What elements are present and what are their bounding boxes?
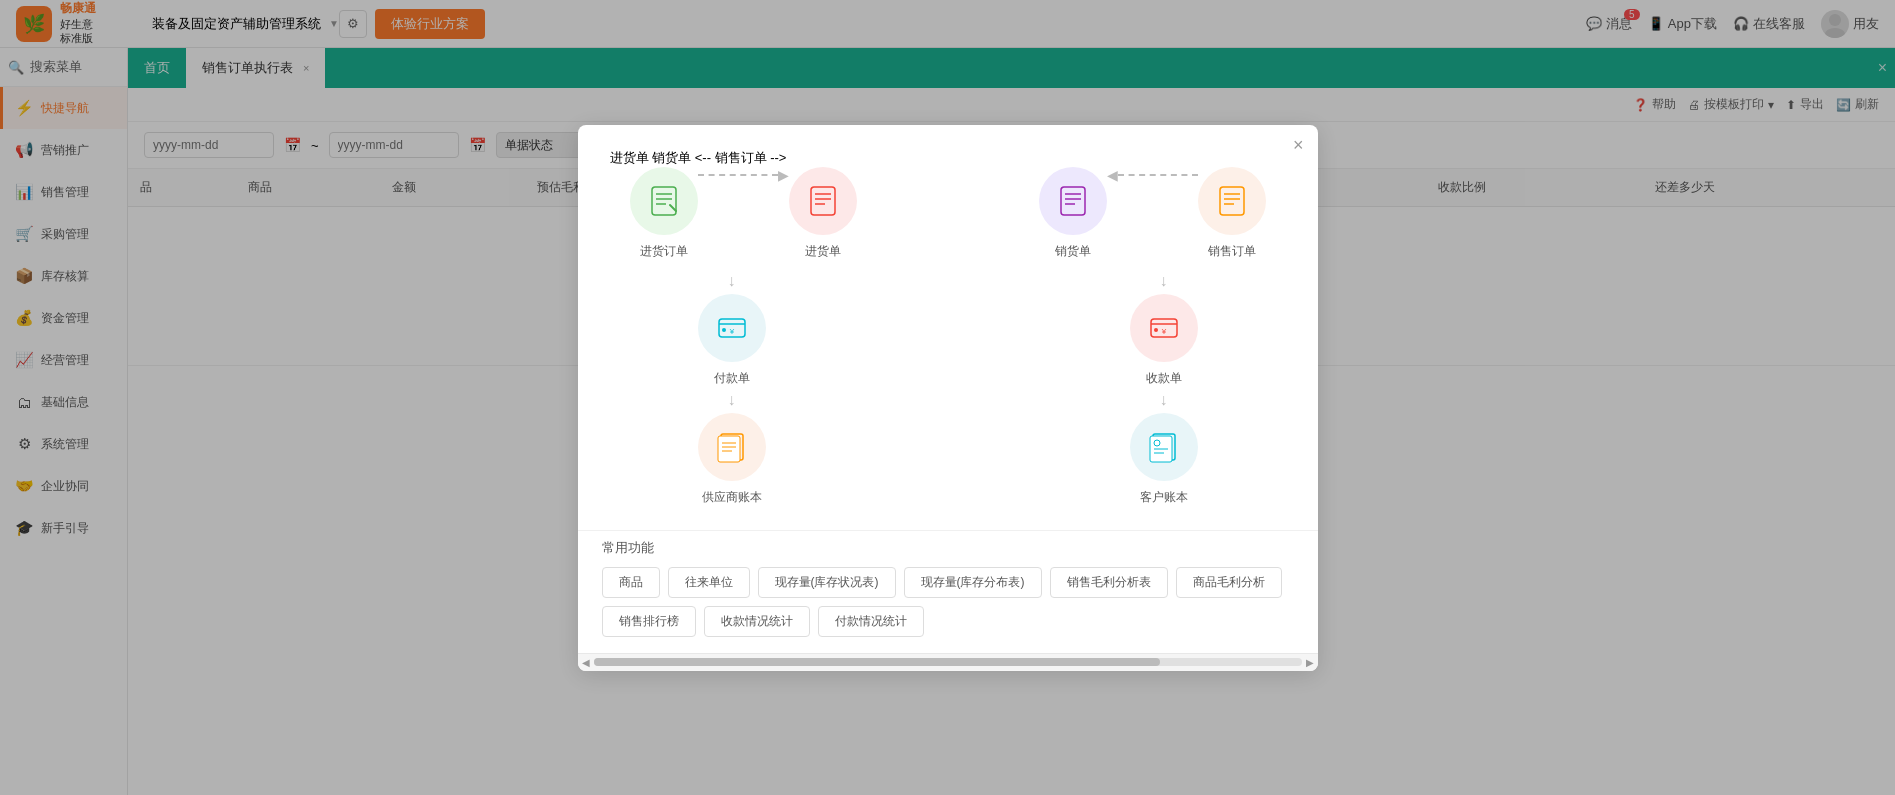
svg-point-20 — [722, 328, 726, 332]
xiaohuo-label: 销货单 — [1055, 243, 1091, 260]
common-functions-title: 常用功能 — [602, 539, 1294, 557]
svg-rect-14 — [1220, 187, 1244, 215]
svg-rect-2 — [652, 187, 676, 215]
fukuan-label: 付款单 — [714, 370, 750, 387]
flow-item-xiaohuo[interactable]: 销货单 — [1039, 167, 1107, 260]
flow-item-jinhuoorder[interactable]: 进货订单 — [630, 167, 698, 260]
gongying-icon — [698, 413, 766, 481]
flow-item-fukuan[interactable]: ¥ 付款单 — [698, 294, 766, 387]
svg-rect-27 — [718, 436, 740, 462]
common-btn-往来单位[interactable]: 往来单位 — [668, 567, 750, 598]
common-functions-section: 常用功能 商品往来单位现存量(库存状况表) 现存量(库存分布表) 销售毛利分析表商品… — [578, 530, 1318, 653]
jinhuoorder-icon — [630, 167, 698, 235]
kehu-label: 客户账本 — [1140, 489, 1188, 506]
jinhuo-icon — [789, 167, 857, 235]
jinhuo-label: 进货单 — [805, 243, 841, 260]
common-btn-现存量(库存状况表)[interactable]: 现存量(库存状况表) — [758, 567, 896, 598]
xiaoshouorder-label: 销售订单 — [1208, 243, 1256, 260]
modal: × 进货单 销货单 <-- 销售订单 --> 进货订单 ▶ — [578, 125, 1318, 671]
common-btn-现存量(库存分布表)[interactable]: 现存量(库存分布表) — [904, 567, 1042, 598]
svg-rect-6 — [811, 187, 835, 215]
fukuan-icon: ¥ — [698, 294, 766, 362]
svg-point-24 — [1154, 328, 1158, 332]
common-btn-付款情况统计[interactable]: 付款情况统计 — [818, 606, 924, 637]
shoukuan-label: 收款单 — [1146, 370, 1182, 387]
gongying-label: 供应商账本 — [702, 489, 762, 506]
common-btn-收款情况统计[interactable]: 收款情况统计 — [704, 606, 810, 637]
modal-overlay[interactable]: × 进货单 销货单 <-- 销售订单 --> 进货订单 ▶ — [0, 0, 1895, 795]
modal-close-button[interactable]: × — [1293, 135, 1304, 156]
scroll-bar[interactable]: ◀ ▶ — [578, 653, 1318, 671]
flow-item-shoukuan[interactable]: ¥ 收款单 — [1130, 294, 1198, 387]
kehu-icon — [1130, 413, 1198, 481]
scroll-thumb — [594, 658, 1160, 666]
xiaohuo-icon — [1039, 167, 1107, 235]
scroll-right-icon[interactable]: ▶ — [1306, 657, 1314, 668]
shoukuan-icon: ¥ — [1130, 294, 1198, 362]
xiaoshouorder-icon — [1198, 167, 1266, 235]
flow-item-gongyingaccount[interactable]: 供应商账本 — [698, 413, 766, 506]
common-btn-销售排行榜[interactable]: 销售排行榜 — [602, 606, 696, 637]
svg-rect-10 — [1061, 187, 1085, 215]
scroll-track[interactable] — [594, 658, 1302, 666]
flow-item-jinhuo[interactable]: 进货单 — [789, 167, 857, 260]
common-buttons: 商品往来单位现存量(库存状况表) 现存量(库存分布表) 销售毛利分析表商品毛利分析销… — [602, 567, 1294, 637]
svg-text:¥: ¥ — [1160, 327, 1166, 336]
scroll-left-icon[interactable]: ◀ — [582, 657, 590, 668]
flow-item-xiaoshouorder[interactable]: 销售订单 — [1198, 167, 1266, 260]
flow-section: 进货单 销货单 <-- 销售订单 --> 进货订单 ▶ — [578, 125, 1318, 530]
svg-text:¥: ¥ — [728, 327, 734, 336]
common-btn-商品[interactable]: 商品 — [602, 567, 660, 598]
common-btn-销售毛利分析表[interactable]: 销售毛利分析表 — [1050, 567, 1168, 598]
jinhuoorder-label: 进货订单 — [640, 243, 688, 260]
flow-item-kehuaccount[interactable]: 客户账本 — [1130, 413, 1198, 506]
common-btn-商品毛利分析[interactable]: 商品毛利分析 — [1176, 567, 1282, 598]
